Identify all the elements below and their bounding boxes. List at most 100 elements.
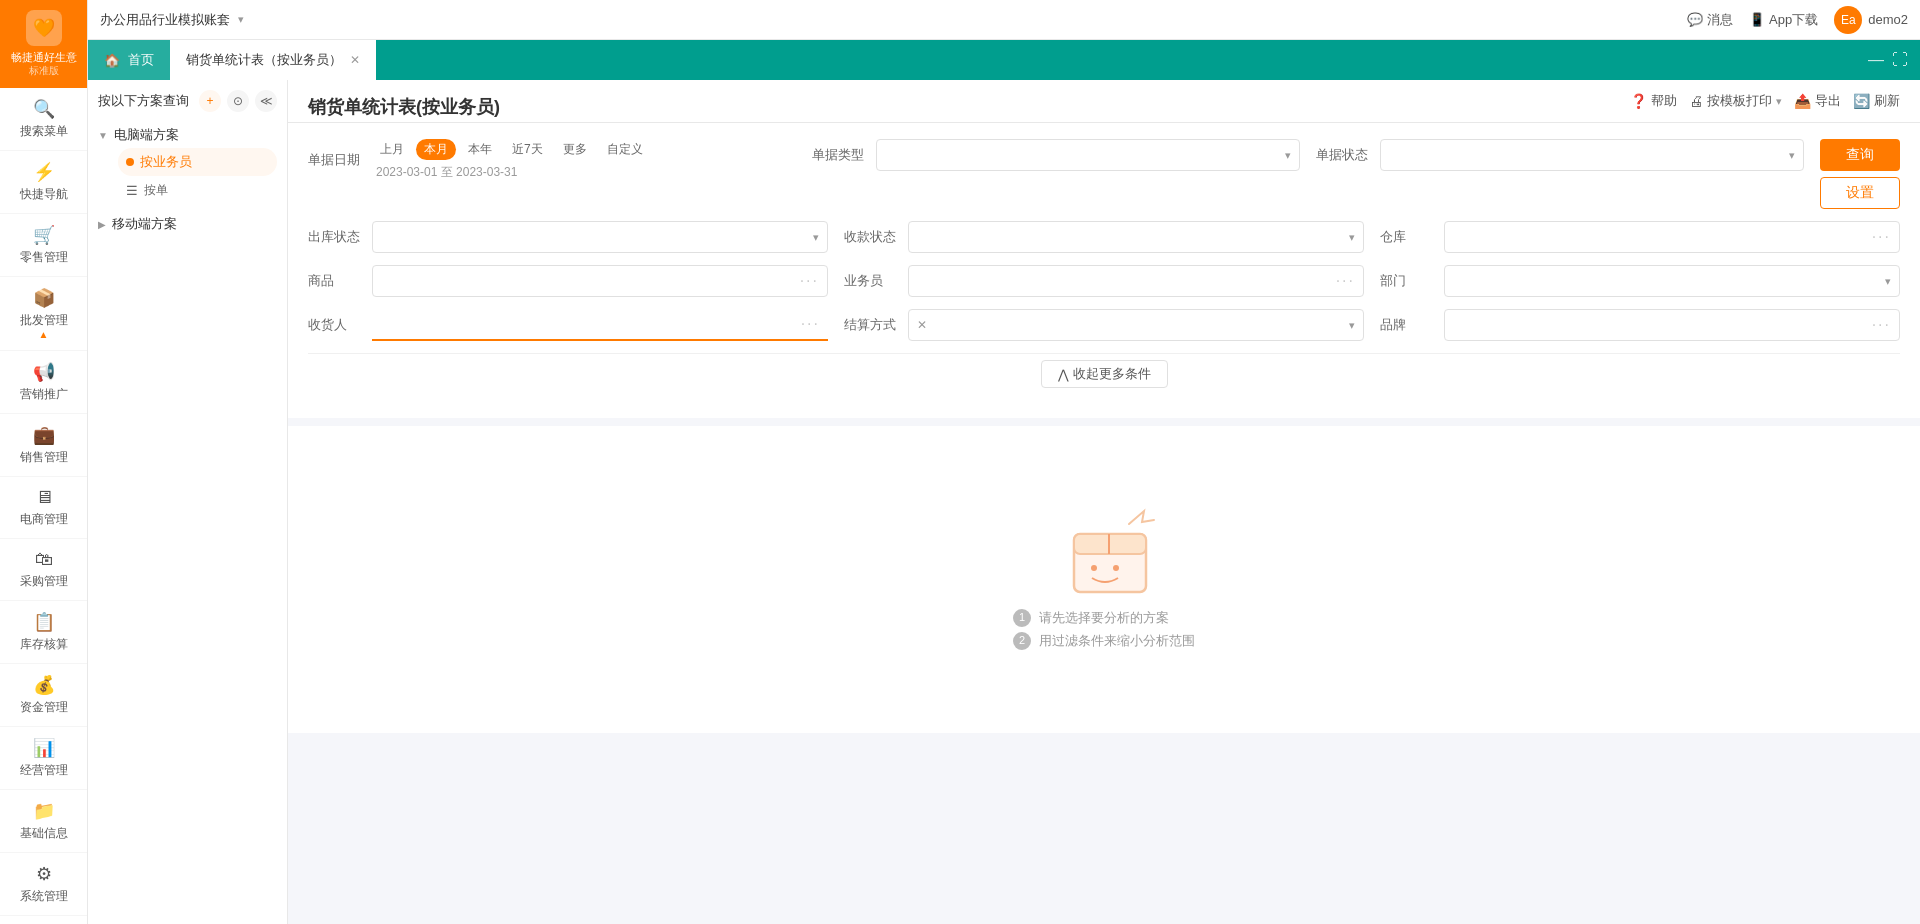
finance-icon: 💰 — [33, 674, 55, 696]
collapse-bar: ⋀ 收起更多条件 — [308, 353, 1900, 394]
date-tab-last-month[interactable]: 上月 — [372, 139, 412, 160]
empty-illustration — [1054, 506, 1154, 586]
user-menu[interactable]: Ea demo2 — [1834, 6, 1908, 34]
sidebar-item-retail[interactable]: 🛒 零售管理 — [0, 214, 87, 277]
messages-btn[interactable]: 💬 消息 — [1687, 11, 1733, 29]
sidebar-item-inventory[interactable]: 📋 库存核算 — [0, 601, 87, 664]
mobile-schemes-section: ▶ 移动端方案 — [98, 211, 277, 237]
date-tab-custom[interactable]: 自定义 — [599, 139, 651, 160]
main-area: 办公用品行业模拟账套 ▾ 💬 消息 📱 App下载 Ea demo2 🏠 首页 … — [88, 0, 1920, 924]
sidebar-item-wholesale[interactable]: 📦 批发管理 ▲ — [0, 277, 87, 351]
print-dropdown-icon: ▾ — [1776, 95, 1782, 108]
query-button[interactable]: 查询 — [1820, 139, 1900, 171]
warehouse-input[interactable]: ··· — [1444, 221, 1900, 253]
template-print-btn[interactable]: 🖨 按模板打印 ▾ — [1689, 92, 1782, 110]
wholesale-icon: 📦 — [33, 287, 55, 309]
tab-sales-stat[interactable]: 销货单统计表（按业务员） ✕ — [170, 40, 376, 80]
tree-desktop-children: 按业务员 ☰ 按单 — [98, 148, 277, 203]
topbar-dropdown[interactable]: ▾ — [238, 13, 244, 26]
sidebar-item-quick-nav[interactable]: ⚡ 快捷导航 — [0, 151, 87, 214]
field-settle: 结算方式 ✕ ▾ — [844, 309, 1364, 341]
sidebar-item-operations[interactable]: 📊 经营管理 — [0, 727, 87, 790]
messages-label: 消息 — [1707, 11, 1733, 29]
scheme-by-salesperson[interactable]: 按业务员 — [118, 148, 277, 176]
edit-scheme-btn[interactable]: ⊙ — [227, 90, 249, 112]
field-goods: 商品 ··· — [308, 265, 828, 297]
logo-sub: 标准版 — [29, 64, 59, 78]
svg-point-3 — [1091, 565, 1097, 571]
add-scheme-btn[interactable]: + — [199, 90, 221, 112]
receiver-input[interactable]: ··· — [372, 309, 828, 341]
sidebar-item-corp[interactable]: 🤝 企业协同 — [0, 916, 87, 924]
refresh-btn[interactable]: 🔄 刷新 — [1853, 92, 1900, 110]
date-tab-more[interactable]: 更多 — [555, 139, 595, 160]
sidebar-item-search[interactable]: 🔍 搜索菜单 — [0, 88, 87, 151]
doc-status-input[interactable]: ▾ — [1380, 139, 1804, 171]
sidebar-item-purchase-label: 采购管理 — [20, 573, 68, 590]
wholesale-expand-icon: ▲ — [39, 329, 49, 340]
dept-arrow: ▾ — [1885, 275, 1891, 288]
tab-home[interactable]: 🏠 首页 — [88, 40, 170, 80]
receipt-input[interactable]: ▾ — [908, 221, 1364, 253]
scheme-by-order[interactable]: ☰ 按单 — [118, 178, 277, 203]
export-btn[interactable]: 📤 导出 — [1794, 92, 1841, 110]
set-button[interactable]: 设置 — [1820, 177, 1900, 209]
app-download-label: App下载 — [1769, 11, 1818, 29]
sidebar-item-basic[interactable]: 📁 基础信息 — [0, 790, 87, 853]
help-label: 帮助 — [1651, 92, 1677, 110]
tab-expand-btn[interactable]: ⛶ — [1892, 51, 1908, 69]
dept-input[interactable]: ▾ — [1444, 265, 1900, 297]
settle-arrow: ▾ — [1349, 319, 1355, 332]
right-panel: 销货单统计表(按业务员) ❓ 帮助 🖨 按模板打印 ▾ 📤 导出 — [288, 80, 1920, 924]
field-dept: 部门 ▾ — [1380, 265, 1900, 297]
collapse-panel-btn[interactable]: ≪ — [255, 90, 277, 112]
tree-mobile-parent[interactable]: ▶ 移动端方案 — [98, 211, 277, 237]
sidebar-item-ecom[interactable]: 🖥 电商管理 — [0, 477, 87, 539]
doc-type-input[interactable]: ▾ — [876, 139, 1300, 171]
page-title: 销货单统计表(按业务员) — [308, 95, 500, 119]
sidebar-item-finance[interactable]: 💰 资金管理 — [0, 664, 87, 727]
tab-home-label: 首页 — [128, 51, 154, 69]
tree-desktop-parent[interactable]: ▼ 电脑端方案 — [98, 122, 277, 148]
app-download-btn[interactable]: 📱 App下载 — [1749, 11, 1818, 29]
goods-input[interactable]: ··· — [372, 265, 828, 297]
sidebar: 🧡 畅捷通好生意 标准版 🔍 搜索菜单 ⚡ 快捷导航 🛒 零售管理 📦 批发管理… — [0, 0, 88, 924]
username: demo2 — [1868, 12, 1908, 27]
stock-out-input[interactable]: ▾ — [372, 221, 828, 253]
tab-minimize-btn[interactable]: — — [1868, 51, 1884, 69]
brand-label: 品牌 — [1380, 316, 1436, 334]
doc-type-arrow: ▾ — [1285, 149, 1291, 162]
tree-desktop-label: 电脑端方案 — [114, 126, 179, 144]
brand-input[interactable]: ··· — [1444, 309, 1900, 341]
sidebar-item-wholesale-label: 批发管理 — [20, 312, 68, 329]
sidebar-item-basic-label: 基础信息 — [20, 825, 68, 842]
field-doc-type: 单据类型 ▾ — [812, 139, 1300, 171]
operations-icon: 📊 — [33, 737, 55, 759]
tab-close-btn[interactable]: ✕ — [350, 53, 360, 67]
sidebar-item-sales[interactable]: 💼 销售管理 — [0, 414, 87, 477]
collapse-button[interactable]: ⋀ 收起更多条件 — [1041, 360, 1168, 388]
sidebar-item-quick-nav-label: 快捷导航 — [20, 186, 68, 203]
empty-state: 1 请先选择要分析的方案 2 用过滤条件来缩小分析范围 — [288, 426, 1920, 733]
app-logo: 🧡 畅捷通好生意 标准版 — [0, 0, 87, 88]
date-tab-7days[interactable]: 近7天 — [504, 139, 551, 160]
settle-input[interactable]: ✕ ▾ — [908, 309, 1364, 341]
sidebar-item-purchase[interactable]: 🛍 采购管理 — [0, 539, 87, 601]
field-stock-out: 出库状态 ▾ — [308, 221, 828, 253]
sidebar-item-system[interactable]: ⚙ 系统管理 — [0, 853, 87, 916]
ecom-icon: 🖥 — [35, 487, 53, 508]
help-btn[interactable]: ❓ 帮助 — [1630, 92, 1677, 110]
date-tab-this-year[interactable]: 本年 — [460, 139, 500, 160]
topbar-title: 办公用品行业模拟账套 — [100, 11, 230, 29]
date-tab-this-month[interactable]: 本月 — [416, 139, 456, 160]
page-actions: ❓ 帮助 🖨 按模板打印 ▾ 📤 导出 🔄 刷新 — [1630, 92, 1900, 122]
sidebar-item-marketing[interactable]: 📢 营销推广 — [0, 351, 87, 414]
field-doc-status: 单据状态 ▾ — [1316, 139, 1804, 171]
settle-clear-btn[interactable]: ✕ — [917, 318, 927, 332]
refresh-label: 刷新 — [1874, 92, 1900, 110]
message-icon: 💬 — [1687, 12, 1703, 27]
dept-label: 部门 — [1380, 272, 1436, 290]
collapse-up-icon: ⋀ — [1058, 367, 1069, 382]
salesperson-input[interactable]: ··· — [908, 265, 1364, 297]
stock-out-label: 出库状态 — [308, 228, 364, 246]
